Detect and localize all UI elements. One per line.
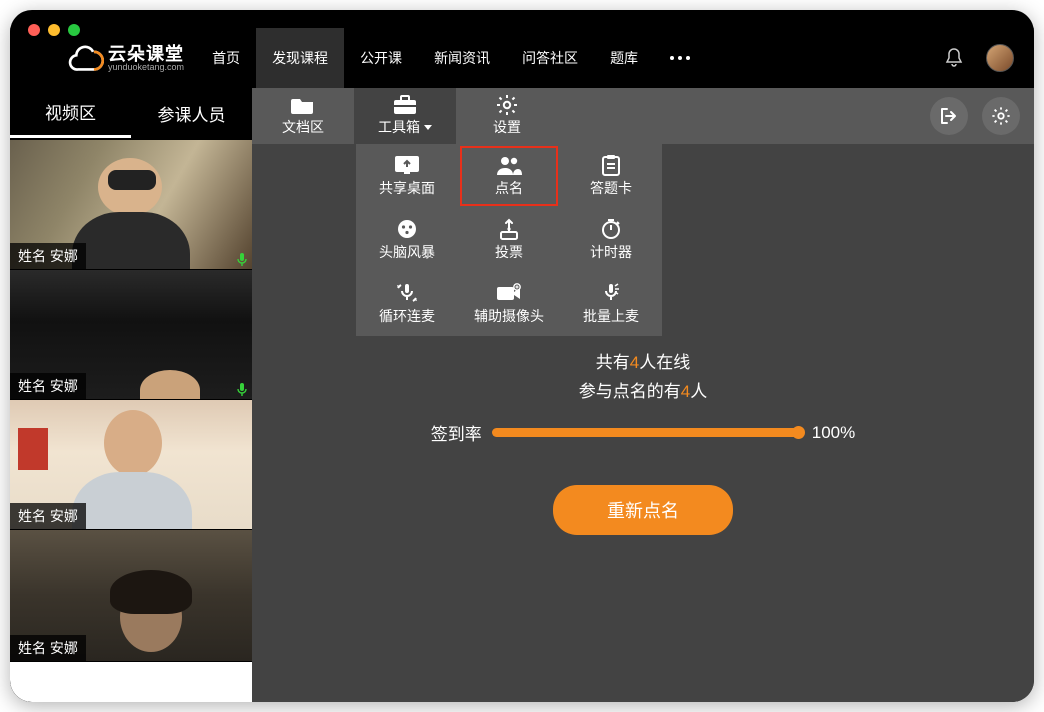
logo-subtitle: yunduoketang.com <box>108 63 184 72</box>
exit-button[interactable] <box>930 97 968 135</box>
logo-title: 云朵课堂 <box>108 45 184 63</box>
participant-name: 姓名 安娜 <box>10 243 86 269</box>
participant-name: 姓名 安娜 <box>10 373 86 399</box>
share-screen-icon <box>394 154 420 176</box>
tool-label: 工具箱 <box>378 117 420 137</box>
tool-toolbox[interactable]: 工具箱 <box>354 88 456 144</box>
people-icon <box>496 154 522 176</box>
online-count-line: 共有4人在线 <box>596 348 690 373</box>
tool-label: 设置 <box>493 117 521 137</box>
brainstorm-icon <box>396 218 418 240</box>
tab-video-area[interactable]: 视频区 <box>10 88 131 138</box>
toolbox-item-label: 计时器 <box>590 242 632 262</box>
nav-more-button[interactable] <box>654 28 706 88</box>
user-avatar[interactable] <box>986 44 1014 72</box>
toolbox-timer[interactable]: 计时器 <box>560 208 662 272</box>
toolbox-vote[interactable]: 投票 <box>458 208 560 272</box>
toolbox-batch-mic[interactable]: 批量上麦 <box>560 272 662 336</box>
mic-on-icon <box>234 381 250 397</box>
batch-mic-icon <box>600 282 622 304</box>
nav-open-courses[interactable]: 公开课 <box>344 28 418 88</box>
content-area: 文档区 工具箱 设置 <box>252 88 1034 702</box>
content-toolbar: 文档区 工具箱 设置 <box>252 88 1034 144</box>
logo[interactable]: 云朵课堂 yunduoketang.com <box>68 43 184 73</box>
nav-question-bank[interactable]: 题库 <box>594 28 654 88</box>
redo-rollcall-button[interactable]: 重新点名 <box>553 485 733 535</box>
app-window: 云朵课堂 yunduoketang.com 首页 发现课程 公开课 新闻资讯 问… <box>10 10 1034 702</box>
nav-discover-courses[interactable]: 发现课程 <box>256 28 344 88</box>
settings-button[interactable] <box>982 97 1020 135</box>
mic-on-icon <box>234 251 250 267</box>
toolbox-item-label: 共享桌面 <box>379 178 435 198</box>
toolbox-item-label: 投票 <box>495 242 523 262</box>
toolbox-loop-mic[interactable]: 循环连麦 <box>356 272 458 336</box>
nav-qa-community[interactable]: 问答社区 <box>506 28 594 88</box>
checkin-rate-label: 签到率 <box>431 420 482 445</box>
video-tile[interactable]: 姓名 安娜 <box>10 400 252 530</box>
main-body: 视频区 参课人员 姓名 安娜 姓名 安娜 <box>10 88 1034 702</box>
timer-icon <box>600 218 622 240</box>
checkin-rate-value: 100% <box>812 423 855 443</box>
bell-icon <box>944 47 964 69</box>
notifications-button[interactable] <box>944 47 964 69</box>
video-list: 姓名 安娜 姓名 安娜 姓名 安娜 <box>10 140 252 702</box>
left-panel: 视频区 参课人员 姓名 安娜 姓名 安娜 <box>10 88 252 702</box>
clipboard-icon <box>601 154 621 176</box>
video-tile[interactable]: 姓名 安娜 <box>10 270 252 400</box>
checkin-progress-bar <box>492 428 802 437</box>
tool-label: 文档区 <box>282 117 324 137</box>
toolbox-roll-call[interactable]: 点名 <box>458 144 560 208</box>
nav-home[interactable]: 首页 <box>196 28 256 88</box>
toolbox-share-screen[interactable]: 共享桌面 <box>356 144 458 208</box>
checkin-rate-row: 签到率 100% <box>431 420 855 445</box>
close-window-button[interactable] <box>28 24 40 36</box>
fullscreen-window-button[interactable] <box>68 24 80 36</box>
nav-news[interactable]: 新闻资讯 <box>418 28 506 88</box>
top-bar: 云朵课堂 yunduoketang.com 首页 发现课程 公开课 新闻资讯 问… <box>10 28 1034 88</box>
loop-mic-icon <box>395 282 419 304</box>
rollcall-panel: 共有4人在线 参与点名的有4人 签到率 100% 重新点名 <box>252 348 1034 535</box>
toolbox-item-label: 循环连麦 <box>379 306 435 326</box>
toolbox-item-label: 点名 <box>495 178 523 198</box>
toolbox-item-label: 头脑风暴 <box>379 242 435 262</box>
tool-settings[interactable]: 设置 <box>456 88 558 144</box>
toolbox-aux-camera[interactable]: 辅助摄像头 <box>458 272 560 336</box>
toolbox-item-label: 答题卡 <box>590 178 632 198</box>
briefcase-icon <box>393 95 417 115</box>
left-tabs: 视频区 参课人员 <box>10 88 252 140</box>
tool-documents[interactable]: 文档区 <box>252 88 354 144</box>
exit-icon <box>939 107 959 125</box>
toolbox-answer-card[interactable]: 答题卡 <box>560 144 662 208</box>
gear-icon <box>496 95 518 115</box>
chevron-down-icon <box>424 125 432 130</box>
main-nav: 首页 发现课程 公开课 新闻资讯 问答社区 题库 <box>196 28 706 88</box>
toolbox-dropdown: 共享桌面 点名 答题卡 头脑风暴 投票 <box>356 144 662 336</box>
video-tile-empty <box>10 662 252 702</box>
rollcall-count-line: 参与点名的有4人 <box>579 377 707 402</box>
toolbox-item-label: 批量上麦 <box>583 306 639 326</box>
gear-icon <box>991 106 1011 126</box>
camera-plus-icon <box>496 282 522 304</box>
cloud-icon <box>68 43 104 73</box>
vote-icon <box>499 218 519 240</box>
minimize-window-button[interactable] <box>48 24 60 36</box>
toolbox-item-label: 辅助摄像头 <box>474 306 544 326</box>
participant-name: 姓名 安娜 <box>10 635 86 661</box>
toolbox-brainstorm[interactable]: 头脑风暴 <box>356 208 458 272</box>
video-tile[interactable]: 姓名 安娜 <box>10 530 252 662</box>
participant-name: 姓名 安娜 <box>10 503 86 529</box>
folder-icon <box>291 95 315 115</box>
video-tile[interactable]: 姓名 安娜 <box>10 140 252 270</box>
window-controls <box>28 24 80 36</box>
tab-participants[interactable]: 参课人员 <box>131 88 252 138</box>
